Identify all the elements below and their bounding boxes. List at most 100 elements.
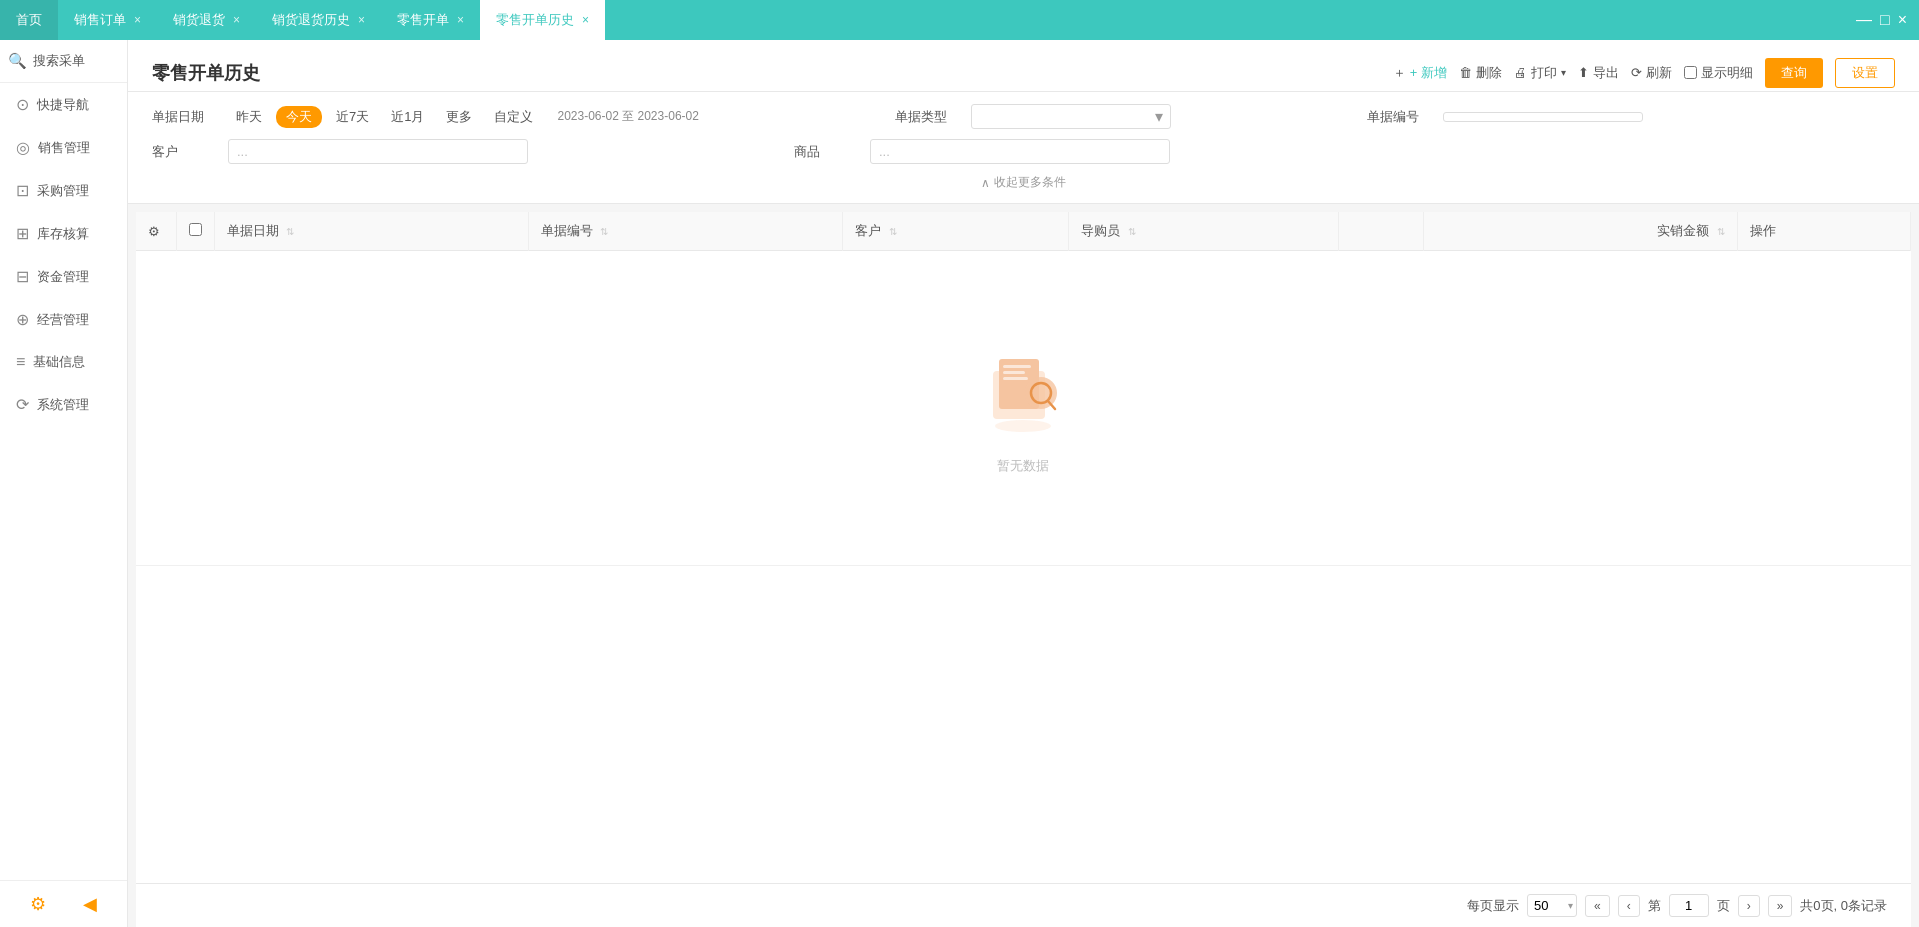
next-page-button[interactable]: › [1738, 895, 1760, 917]
select-all-checkbox[interactable] [189, 223, 202, 236]
th-guide: 导购员 ⇅ [1068, 212, 1338, 251]
main-layout: 🔍 搜索采单 ⊙ 快捷导航 ◎ 销售管理 ⊡ 采购管理 ⊞ 库存核算 ⊟ 资金管… [0, 40, 1919, 927]
settings-button[interactable]: 设置 [1835, 58, 1895, 88]
search-icon: 🔍 [8, 52, 27, 70]
prev-page-button[interactable]: ‹ [1618, 895, 1640, 917]
first-page-button[interactable]: « [1585, 895, 1610, 917]
display-detail-checkbox[interactable]: 显示明细 [1684, 64, 1753, 82]
basic-info-icon: ≡ [16, 353, 25, 371]
purchase-mgmt-icon: ⊡ [16, 181, 29, 200]
sidebar-item-basic-info[interactable]: ≡ 基础信息 [0, 341, 127, 383]
page-label-suffix: 页 [1717, 897, 1730, 915]
empty-icon [973, 341, 1073, 441]
sidebar-item-quick-nav[interactable]: ⊙ 快捷导航 [0, 83, 127, 126]
sidebar-item-system[interactable]: ⟳ 系统管理 [0, 383, 127, 426]
sidebar-item-purchase-mgmt[interactable]: ⊡ 采购管理 [0, 169, 127, 212]
customer-sort-icon[interactable]: ⇅ [889, 226, 897, 237]
type-select[interactable] [971, 104, 1171, 129]
data-table: ⚙ 单据日期 ⇅ 单据编号 ⇅ [136, 212, 1911, 566]
th-guide-label: 导购员 [1081, 223, 1120, 238]
current-page-input[interactable] [1669, 894, 1709, 917]
inventory-icon: ⊞ [16, 224, 29, 243]
tab-retail-open-label: 零售开单 [397, 11, 449, 29]
finance-icon: ⊟ [16, 267, 29, 286]
collapse-row[interactable]: ∧ 收起更多条件 [152, 174, 1895, 191]
date-sort-icon[interactable]: ⇅ [286, 226, 294, 237]
print-button[interactable]: 🖨 打印 ▾ [1514, 64, 1566, 82]
svg-point-0 [995, 420, 1051, 432]
order-no-sort-icon[interactable]: ⇅ [600, 226, 608, 237]
add-button[interactable]: ＋ + 新增 [1393, 64, 1447, 82]
tab-sales-return[interactable]: 销货退货 × [157, 0, 256, 40]
tab-retail-open[interactable]: 零售开单 × [381, 0, 480, 40]
delete-button[interactable]: 🗑 删除 [1459, 64, 1502, 82]
tab-retail-open-close[interactable]: × [457, 13, 464, 27]
refresh-icon: ⟳ [1631, 65, 1642, 80]
sidebar-item-sales-mgmt-label: 销售管理 [38, 139, 90, 157]
date-label: 单据日期 [152, 108, 212, 126]
tab-sales-order[interactable]: 销售订单 × [58, 0, 157, 40]
tab-sales-return-history-close[interactable]: × [358, 13, 365, 27]
th-order-no: 单据编号 ⇅ [528, 212, 842, 251]
goods-input[interactable]: ... [870, 139, 1170, 164]
page-size-label: 每页显示 [1467, 897, 1519, 915]
goods-dots: ... [879, 144, 890, 159]
date-opt-7days[interactable]: 近7天 [328, 106, 377, 128]
table-area: ⚙ 单据日期 ⇅ 单据编号 ⇅ [136, 212, 1911, 883]
tab-retail-open-history[interactable]: 零售开单历史 × [480, 0, 605, 40]
last-page-button[interactable]: » [1768, 895, 1793, 917]
page-label-prefix: 第 [1648, 897, 1661, 915]
tab-sales-return-close[interactable]: × [233, 13, 240, 27]
table-body: 暂无数据 [136, 251, 1911, 566]
tab-home[interactable]: 首页 [0, 0, 58, 40]
page-header: 零售开单历史 ＋ + 新增 🗑 删除 🖨 打印 ▾ ⬆ 导出 [128, 40, 1919, 92]
tab-retail-open-history-close[interactable]: × [582, 13, 589, 27]
sidebar-item-sales-mgmt[interactable]: ◎ 销售管理 [0, 126, 127, 169]
sidebar-search-label: 搜索采单 [33, 52, 85, 70]
tab-sales-return-history-label: 销货退货历史 [272, 11, 350, 29]
date-opt-yesterday[interactable]: 昨天 [228, 106, 270, 128]
add-icon: ＋ [1393, 64, 1406, 82]
export-button[interactable]: ⬆ 导出 [1578, 64, 1619, 82]
sidebar-search[interactable]: 🔍 搜索采单 [0, 40, 127, 83]
customer-input[interactable]: ... [228, 139, 528, 164]
tab-sales-order-close[interactable]: × [134, 13, 141, 27]
print-dropdown-icon: ▾ [1561, 67, 1566, 78]
tab-sales-return-history[interactable]: 销货退货历史 × [256, 0, 381, 40]
page-size-select[interactable]: 50 10 20 100 [1527, 894, 1577, 917]
guide-sort-icon[interactable]: ⇅ [1128, 226, 1136, 237]
date-opt-1month[interactable]: 近1月 [383, 106, 432, 128]
sidebar-item-system-label: 系统管理 [37, 396, 89, 414]
th-settings[interactable]: ⚙ [136, 212, 176, 251]
th-spacer [1338, 212, 1423, 251]
sidebar-item-finance[interactable]: ⊟ 资金管理 [0, 255, 127, 298]
collapse-icon: ∧ [981, 176, 990, 190]
table-settings-icon[interactable]: ⚙ [148, 224, 160, 239]
filter-area: 单据日期 昨天 今天 近7天 近1月 更多 自定义 2023-06-02 至 2… [128, 92, 1919, 204]
query-button[interactable]: 查询 [1765, 58, 1823, 88]
sidebar-settings-icon[interactable]: ⚙ [30, 893, 46, 915]
sidebar-item-inventory-label: 库存核算 [37, 225, 89, 243]
amount-sort-icon[interactable]: ⇅ [1717, 226, 1725, 237]
window-close-icon[interactable]: × [1898, 11, 1907, 29]
sidebar-item-operation[interactable]: ⊕ 经营管理 [0, 298, 127, 341]
th-action: 操作 [1737, 212, 1910, 251]
sidebar-item-inventory[interactable]: ⊞ 库存核算 [0, 212, 127, 255]
minimize-icon[interactable]: — [1856, 11, 1872, 29]
th-checkbox[interactable] [176, 212, 214, 251]
display-detail-input[interactable] [1684, 66, 1697, 79]
date-opt-today[interactable]: 今天 [276, 106, 322, 128]
sidebar-collapse-icon[interactable]: ◀ [83, 893, 97, 915]
tab-home-label: 首页 [16, 11, 42, 29]
table-header: ⚙ 单据日期 ⇅ 单据编号 ⇅ [136, 212, 1911, 251]
order-no-input[interactable] [1443, 112, 1643, 122]
th-order-no-label: 单据编号 [541, 223, 593, 238]
date-options: 昨天 今天 近7天 近1月 更多 自定义 [228, 106, 541, 128]
date-opt-more[interactable]: 更多 [438, 106, 480, 128]
th-customer: 客户 ⇅ [842, 212, 1068, 251]
date-opt-custom[interactable]: 自定义 [486, 106, 541, 128]
export-icon: ⬆ [1578, 65, 1589, 80]
maximize-icon[interactable]: □ [1880, 11, 1890, 29]
refresh-button[interactable]: ⟳ 刷新 [1631, 64, 1672, 82]
svg-rect-3 [1003, 365, 1031, 368]
